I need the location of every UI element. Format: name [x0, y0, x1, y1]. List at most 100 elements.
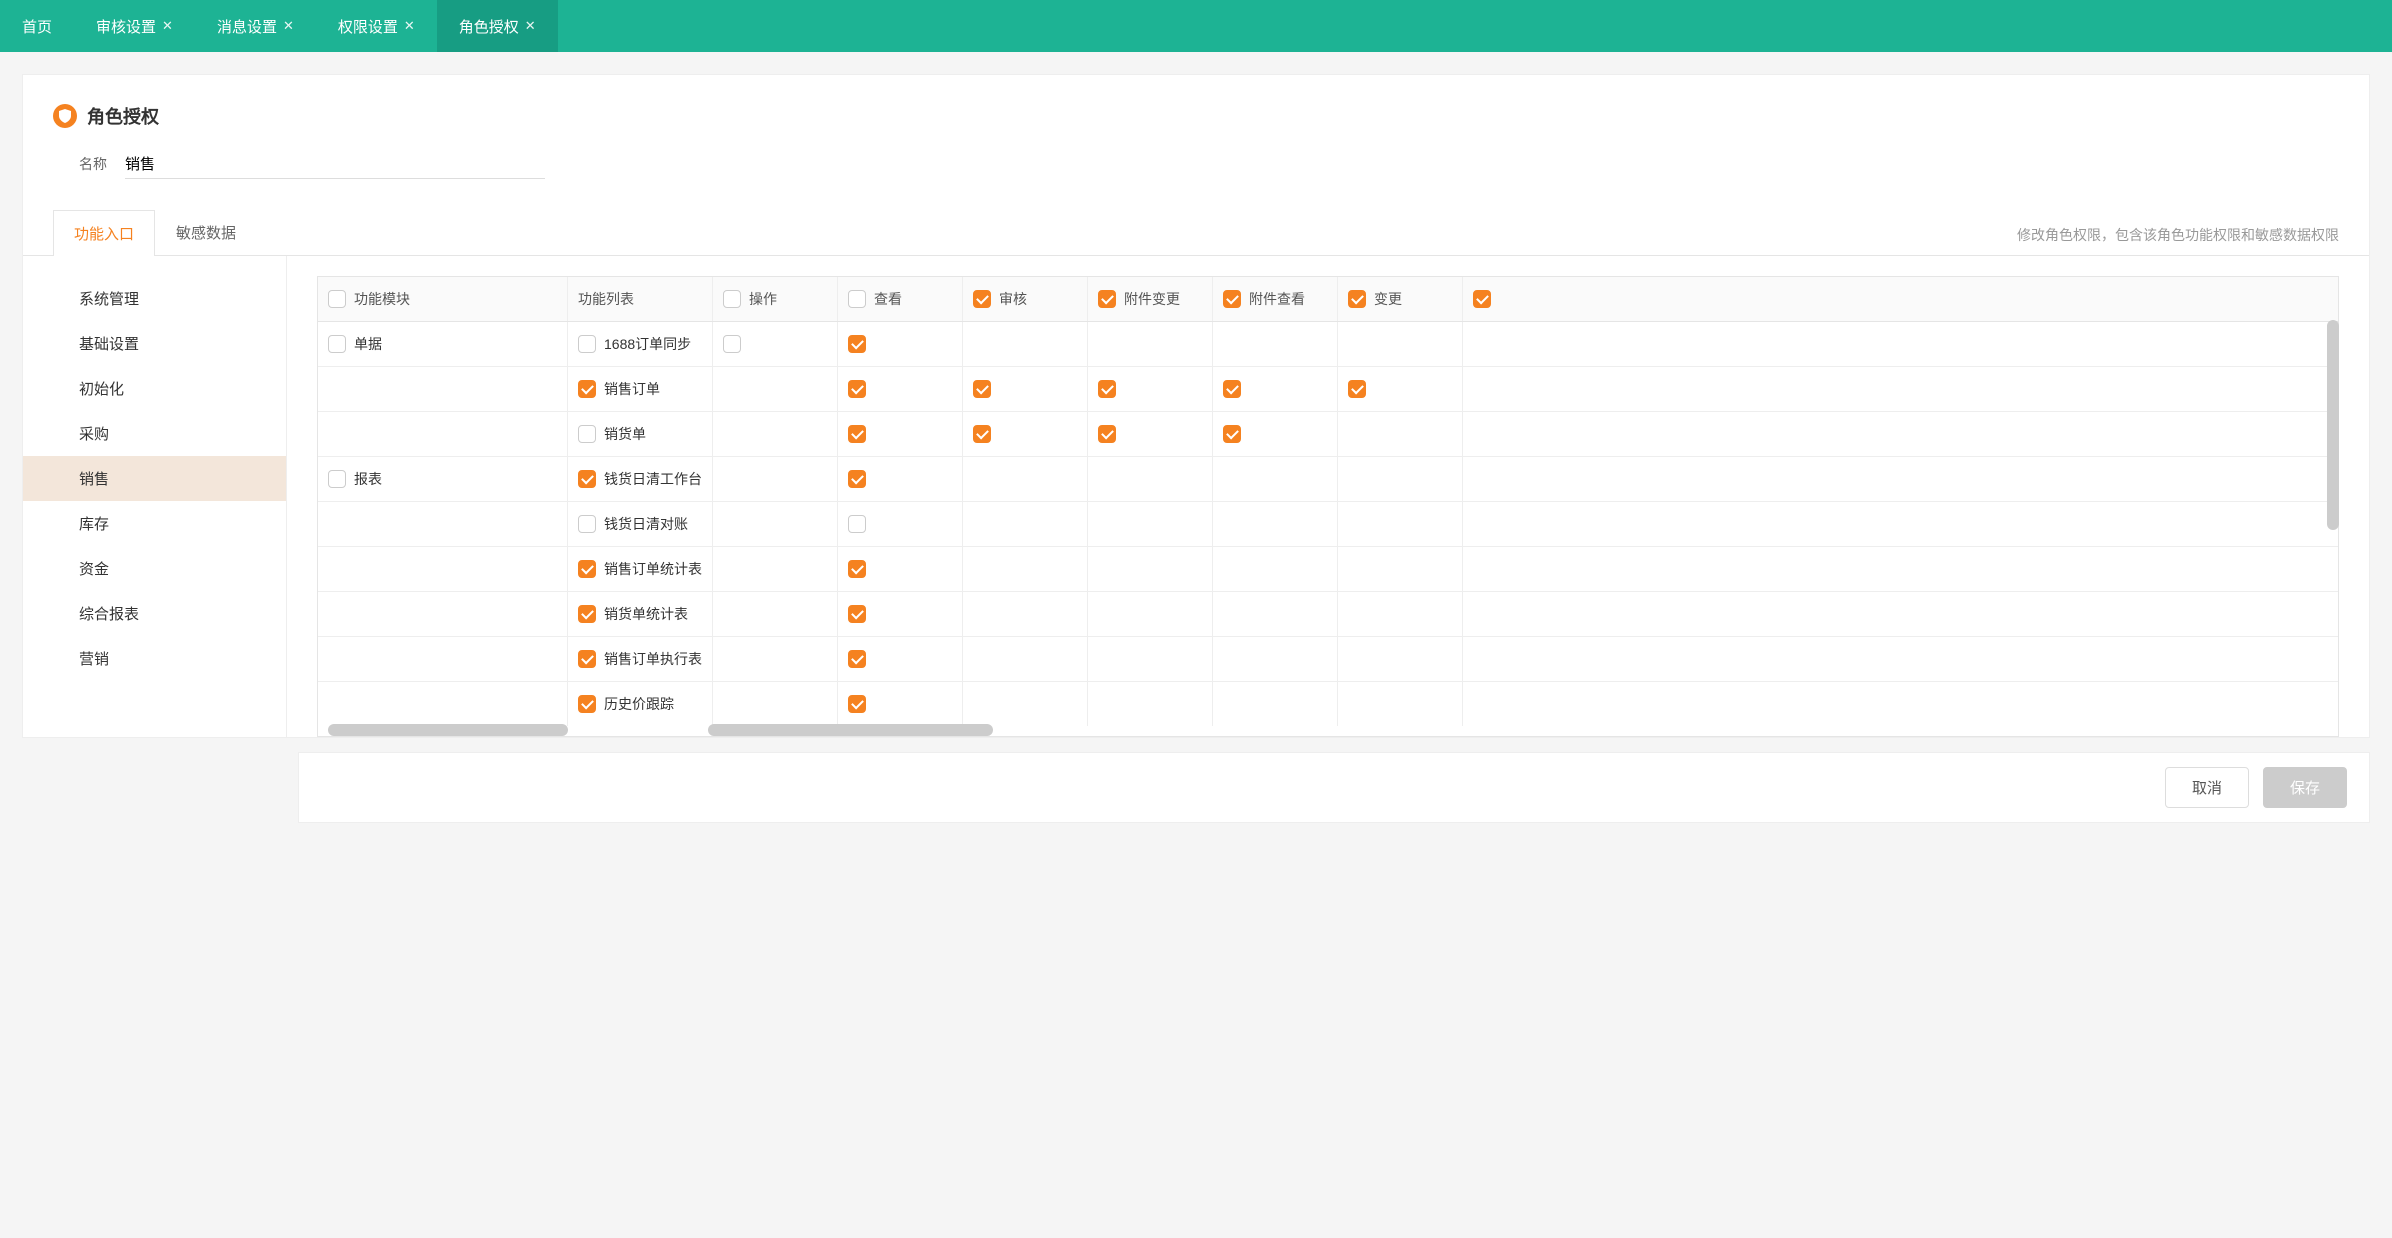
row-checkbox-operate[interactable] [723, 335, 741, 353]
cell-module [318, 637, 568, 681]
shield-icon [53, 104, 77, 128]
close-icon[interactable]: ✕ [162, 18, 173, 34]
row-checkbox-view[interactable] [848, 380, 866, 398]
row-checkbox-attach-view[interactable] [1223, 425, 1241, 443]
sidebar-item[interactable]: 初始化 [23, 366, 286, 411]
nav-tab[interactable]: 消息设置✕ [195, 0, 316, 52]
cell-text: 单据 [354, 334, 382, 354]
close-icon[interactable]: ✕ [283, 18, 294, 34]
header-checkbox-operate[interactable] [723, 290, 741, 308]
row-checkbox-attach-change[interactable] [1098, 425, 1116, 443]
table-row: 报表 钱货日清工作台 [318, 457, 2338, 502]
cell-more [1463, 682, 1493, 726]
sidebar-item[interactable]: 系统管理 [23, 276, 286, 321]
row-checkbox-view[interactable] [848, 515, 866, 533]
nav-tab[interactable]: 首页 [0, 0, 74, 52]
header-label: 功能列表 [578, 289, 634, 309]
sidebar-item[interactable]: 采购 [23, 411, 286, 456]
cell-text: 钱货日清工作台 [604, 469, 702, 489]
row-checkbox-list[interactable] [578, 380, 596, 398]
scroll-thumb[interactable] [2327, 320, 2339, 530]
header-checkbox-attach-view[interactable] [1223, 290, 1241, 308]
header-checkbox-module[interactable] [328, 290, 346, 308]
row-checkbox-view[interactable] [848, 470, 866, 488]
cell-audit [963, 592, 1088, 636]
row-checkbox-change[interactable] [1348, 380, 1366, 398]
nav-tab[interactable]: 角色授权✕ [437, 0, 558, 52]
subtab[interactable]: 敏感数据 [155, 209, 257, 255]
row-checkbox-module[interactable] [328, 335, 346, 353]
row-checkbox-view[interactable] [848, 695, 866, 713]
close-icon[interactable]: ✕ [525, 18, 536, 34]
cell-text: 销售订单统计表 [604, 559, 702, 579]
row-checkbox-view[interactable] [848, 335, 866, 353]
scroll-thumb[interactable] [708, 724, 993, 736]
row-checkbox-list[interactable] [578, 515, 596, 533]
cell-module: 单据 [318, 322, 568, 366]
cell-audit [963, 367, 1088, 411]
header-checkbox-audit[interactable] [973, 290, 991, 308]
table-row: 历史价跟踪 [318, 682, 2338, 726]
header-checkbox-view[interactable] [848, 290, 866, 308]
subtab[interactable]: 功能入口 [53, 210, 155, 256]
cell-module: 报表 [318, 457, 568, 501]
sidebar-item[interactable]: 销售 [23, 456, 286, 501]
sidebar-item[interactable]: 资金 [23, 546, 286, 591]
cell-text: 历史价跟踪 [604, 694, 674, 714]
cell-module [318, 502, 568, 546]
cell-change [1338, 682, 1463, 726]
vertical-scrollbar[interactable] [2327, 278, 2339, 731]
row-checkbox-list[interactable] [578, 605, 596, 623]
sidebar-item[interactable]: 综合报表 [23, 591, 286, 636]
cell-view [838, 592, 963, 636]
horizontal-scrollbar[interactable] [318, 724, 2338, 736]
row-checkbox-list[interactable] [578, 560, 596, 578]
name-input[interactable] [125, 149, 545, 179]
cell-text: 销货单 [604, 424, 646, 444]
sidebar-item[interactable]: 库存 [23, 501, 286, 546]
cell-attach-change [1088, 682, 1213, 726]
cell-change [1338, 457, 1463, 501]
nav-tab[interactable]: 权限设置✕ [316, 0, 437, 52]
cell-view [838, 637, 963, 681]
cancel-button[interactable]: 取消 [2165, 767, 2249, 808]
row-checkbox-list[interactable] [578, 650, 596, 668]
row-checkbox-list[interactable] [578, 425, 596, 443]
row-checkbox-module[interactable] [328, 470, 346, 488]
close-icon[interactable]: ✕ [404, 18, 415, 34]
scroll-thumb[interactable] [328, 724, 568, 736]
table-row: 销货单统计表 [318, 592, 2338, 637]
row-checkbox-audit[interactable] [973, 380, 991, 398]
nav-tab[interactable]: 审核设置✕ [74, 0, 195, 52]
cell-attach-change [1088, 592, 1213, 636]
cell-operate [713, 367, 838, 411]
sidebar-item[interactable]: 营销 [23, 636, 286, 681]
header-checkbox-change[interactable] [1348, 290, 1366, 308]
header-checkbox-more[interactable] [1473, 290, 1491, 308]
header-checkbox-attach-change[interactable] [1098, 290, 1116, 308]
cell-change [1338, 412, 1463, 456]
column-header: 查看 [838, 277, 963, 321]
cell-view [838, 412, 963, 456]
cell-more [1463, 637, 1493, 681]
row-checkbox-view[interactable] [848, 650, 866, 668]
save-button[interactable]: 保存 [2263, 767, 2347, 808]
row-checkbox-attach-view[interactable] [1223, 380, 1241, 398]
cell-attach-view [1213, 592, 1338, 636]
row-checkbox-list[interactable] [578, 695, 596, 713]
row-checkbox-list[interactable] [578, 470, 596, 488]
row-checkbox-view[interactable] [848, 560, 866, 578]
row-checkbox-view[interactable] [848, 425, 866, 443]
sidebar-item[interactable]: 基础设置 [23, 321, 286, 366]
cell-change [1338, 502, 1463, 546]
row-checkbox-list[interactable] [578, 335, 596, 353]
row-checkbox-attach-change[interactable] [1098, 380, 1116, 398]
row-checkbox-view[interactable] [848, 605, 866, 623]
content-card: 角色授权 名称 功能入口敏感数据 修改角色权限，包含该角色功能权限和敏感数据权限… [22, 74, 2370, 738]
header-label: 查看 [874, 289, 902, 309]
row-checkbox-audit[interactable] [973, 425, 991, 443]
cell-module [318, 367, 568, 411]
cell-view [838, 457, 963, 501]
page-title: 角色授权 [87, 103, 159, 129]
header-label: 操作 [749, 289, 777, 309]
